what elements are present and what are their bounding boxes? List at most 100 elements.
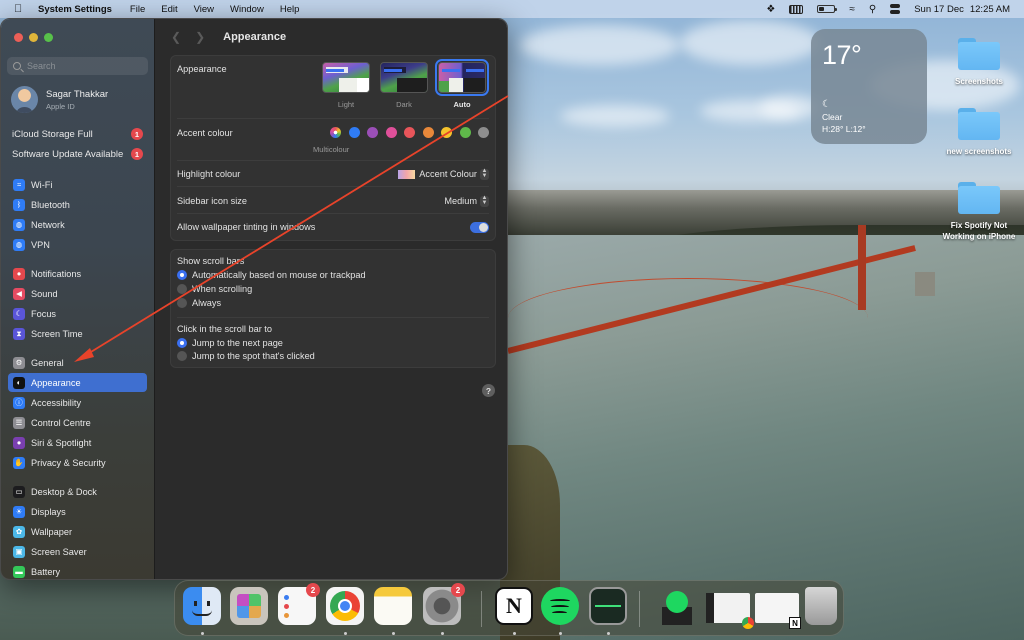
menubar-time[interactable]: 12:25 AM (970, 4, 1010, 15)
wallpaper-tinting-row: Allow wallpaper tinting in windows (177, 219, 489, 235)
control-centre-icon[interactable] (890, 4, 901, 14)
folder-label: Screenshots (954, 77, 1004, 86)
sidebar-item-sound[interactable]: ◀ Sound (8, 284, 147, 303)
sidebar-item-control-centre[interactable]: ☰ Control Centre (8, 413, 147, 432)
wifi-icon[interactable]: ≈ (849, 4, 855, 15)
accent-swatch-multicolour[interactable] (330, 127, 341, 138)
alert-software-update[interactable]: Software Update Available 1 (12, 148, 143, 160)
forward-chevron-icon[interactable]: ❯ (195, 30, 205, 44)
close-button[interactable] (14, 33, 23, 42)
dock-app-launchpad[interactable] (230, 587, 268, 625)
menu-help[interactable]: Help (280, 4, 300, 15)
scroll-bars-option-always[interactable]: Always (177, 298, 221, 308)
vpn-globe-icon: ◍ (13, 238, 25, 251)
sidebar-item-notifications[interactable]: ● Notifications (8, 264, 147, 283)
search-input[interactable] (27, 61, 137, 71)
appearance-option-auto[interactable]: Auto (435, 59, 489, 109)
sidebar-item-wallpaper[interactable]: ✿ Wallpaper (8, 522, 147, 541)
accent-swatch-orange[interactable] (422, 127, 434, 138)
battery-icon[interactable] (817, 5, 838, 13)
radio-button-selected[interactable] (177, 270, 187, 280)
sidebar-item-wi-fi[interactable]: ≈ Wi-Fi (8, 175, 147, 194)
click-scroll-option-spot[interactable]: Jump to the spot that's clicked (177, 351, 315, 361)
sidebar-item-battery[interactable]: ▬ Battery (8, 562, 147, 579)
sidebar-item-screen-time[interactable]: ⧗ Screen Time (8, 324, 147, 343)
dock-app-notes[interactable] (374, 587, 412, 625)
apple-id-profile[interactable]: Sagar Thakkar Apple ID (11, 86, 108, 113)
radio-button[interactable] (177, 298, 187, 308)
dock-running-indicator (512, 632, 516, 635)
dock-app-notion[interactable]: N (495, 587, 533, 625)
desktop-folder-new-screenshots[interactable]: new screenshots (931, 108, 1024, 157)
appearance-option-light[interactable]: Light (322, 62, 370, 109)
option-label: Dark (396, 100, 412, 109)
sidebar-item-privacy-security[interactable]: ✋ Privacy & Security (8, 453, 147, 472)
dock-app-chrome[interactable] (326, 587, 364, 625)
appearance-option-dark[interactable]: Dark (380, 62, 428, 109)
highlight-colour-popup[interactable]: Accent Colour ▲ ▼ (398, 168, 489, 180)
menu-window[interactable]: Window (230, 4, 264, 15)
accent-swatch-purple[interactable] (367, 127, 378, 138)
menu-app-name[interactable]: System Settings (38, 4, 112, 15)
dock-app-finder[interactable] (183, 587, 221, 625)
dock-app-spotify[interactable] (541, 587, 579, 625)
option-label: Light (337, 100, 355, 109)
sidebar-item-bluetooth[interactable]: ᛒ Bluetooth (8, 195, 147, 214)
accent-swatch-pink[interactable] (385, 127, 397, 138)
dock-item-chrome-window[interactable] (706, 593, 754, 629)
zoom-button[interactable] (44, 33, 53, 42)
sidebar-item-appearance[interactable]: ◐ Appearance (8, 373, 147, 392)
scroll-bars-option-when-scrolling[interactable]: When scrolling (177, 284, 252, 294)
weather-condition: Clear (822, 112, 843, 122)
back-chevron-icon[interactable]: ❮ (171, 30, 181, 44)
sidebar-item-desktop-dock[interactable]: ▭ Desktop & Dock (8, 482, 147, 501)
radio-button-selected[interactable] (177, 338, 187, 348)
click-scroll-option-next-page[interactable]: Jump to the next page (177, 338, 283, 348)
desktop-folder-fix-spotify[interactable]: Fix Spotify Not Working on iPhone (931, 182, 1024, 242)
sidebar-item-vpn[interactable]: ◍ VPN (8, 235, 147, 254)
dock-item-notion-window[interactable]: N (755, 593, 801, 629)
sidebar-icon-size-popup[interactable]: Medium ▲ ▼ (444, 195, 489, 207)
menu-file[interactable]: File (130, 4, 145, 15)
sidebar-item-screen-saver[interactable]: ▣ Screen Saver (8, 542, 147, 561)
sidebar-item-label: Control Centre (31, 417, 91, 428)
accent-swatch-red[interactable] (404, 127, 415, 138)
apple-menu-icon[interactable]:  (14, 3, 26, 15)
layers-icon[interactable]: ❖ (766, 4, 775, 15)
accent-swatch-graphite[interactable] (478, 127, 489, 138)
dock-badge-system-settings: 2 (451, 583, 465, 597)
accent-swatch-green[interactable] (459, 127, 471, 138)
radio-button[interactable] (177, 351, 187, 361)
minimize-button[interactable] (29, 33, 38, 42)
profile-subtitle: Apple ID (46, 101, 75, 111)
sidebar-item-displays[interactable]: ☀ Displays (8, 502, 147, 521)
sidebar-item-accessibility[interactable]: ⓘ Accessibility (8, 393, 147, 412)
sidebar-search[interactable] (7, 57, 148, 75)
wallpaper-tinting-toggle[interactable] (470, 221, 489, 233)
toolbar: ❮ ❯ Appearance (155, 19, 507, 55)
sidebar-item-focus[interactable]: ☾ Focus (8, 304, 147, 323)
help-button[interactable]: ? (482, 384, 495, 397)
accent-swatch-yellow[interactable] (441, 127, 452, 138)
moon-icon: ☾ (822, 99, 831, 110)
flower-icon: ✿ (13, 525, 25, 538)
accent-selected-name: Multicolour (313, 145, 350, 154)
sidebar-item-siri-spotlight[interactable]: ● Siri & Spotlight (8, 433, 147, 452)
memory-icon[interactable] (789, 4, 804, 14)
menu-edit[interactable]: Edit (161, 4, 177, 15)
menubar-date[interactable]: Sun 17 Dec (914, 4, 964, 15)
desktop-folder-screenshots[interactable]: Screenshots (931, 38, 1024, 87)
alert-icloud-storage[interactable]: iCloud Storage Full 1 (12, 128, 143, 140)
search-icon[interactable]: ⚲ (869, 4, 876, 15)
menu-view[interactable]: View (194, 4, 214, 15)
scroll-bars-option-automatic[interactable]: Automatically based on mouse or trackpad (177, 270, 366, 280)
sidebar-item-network[interactable]: ◍ Network (8, 215, 147, 234)
sidebar-item-general[interactable]: ⚙ General (8, 353, 147, 372)
radio-button[interactable] (177, 284, 187, 294)
dock-app-activity-monitor[interactable] (589, 587, 627, 625)
dock-item-trash[interactable] (805, 587, 837, 625)
dock-item-spotify-installer[interactable] (658, 587, 696, 625)
accent-swatch-blue[interactable] (348, 127, 360, 138)
highlight-colour-value: Accent Colour (419, 169, 477, 179)
weather-widget[interactable]: Gandhinagar ➤ 17° ☾ Clear H:28° L:12° (811, 29, 927, 144)
